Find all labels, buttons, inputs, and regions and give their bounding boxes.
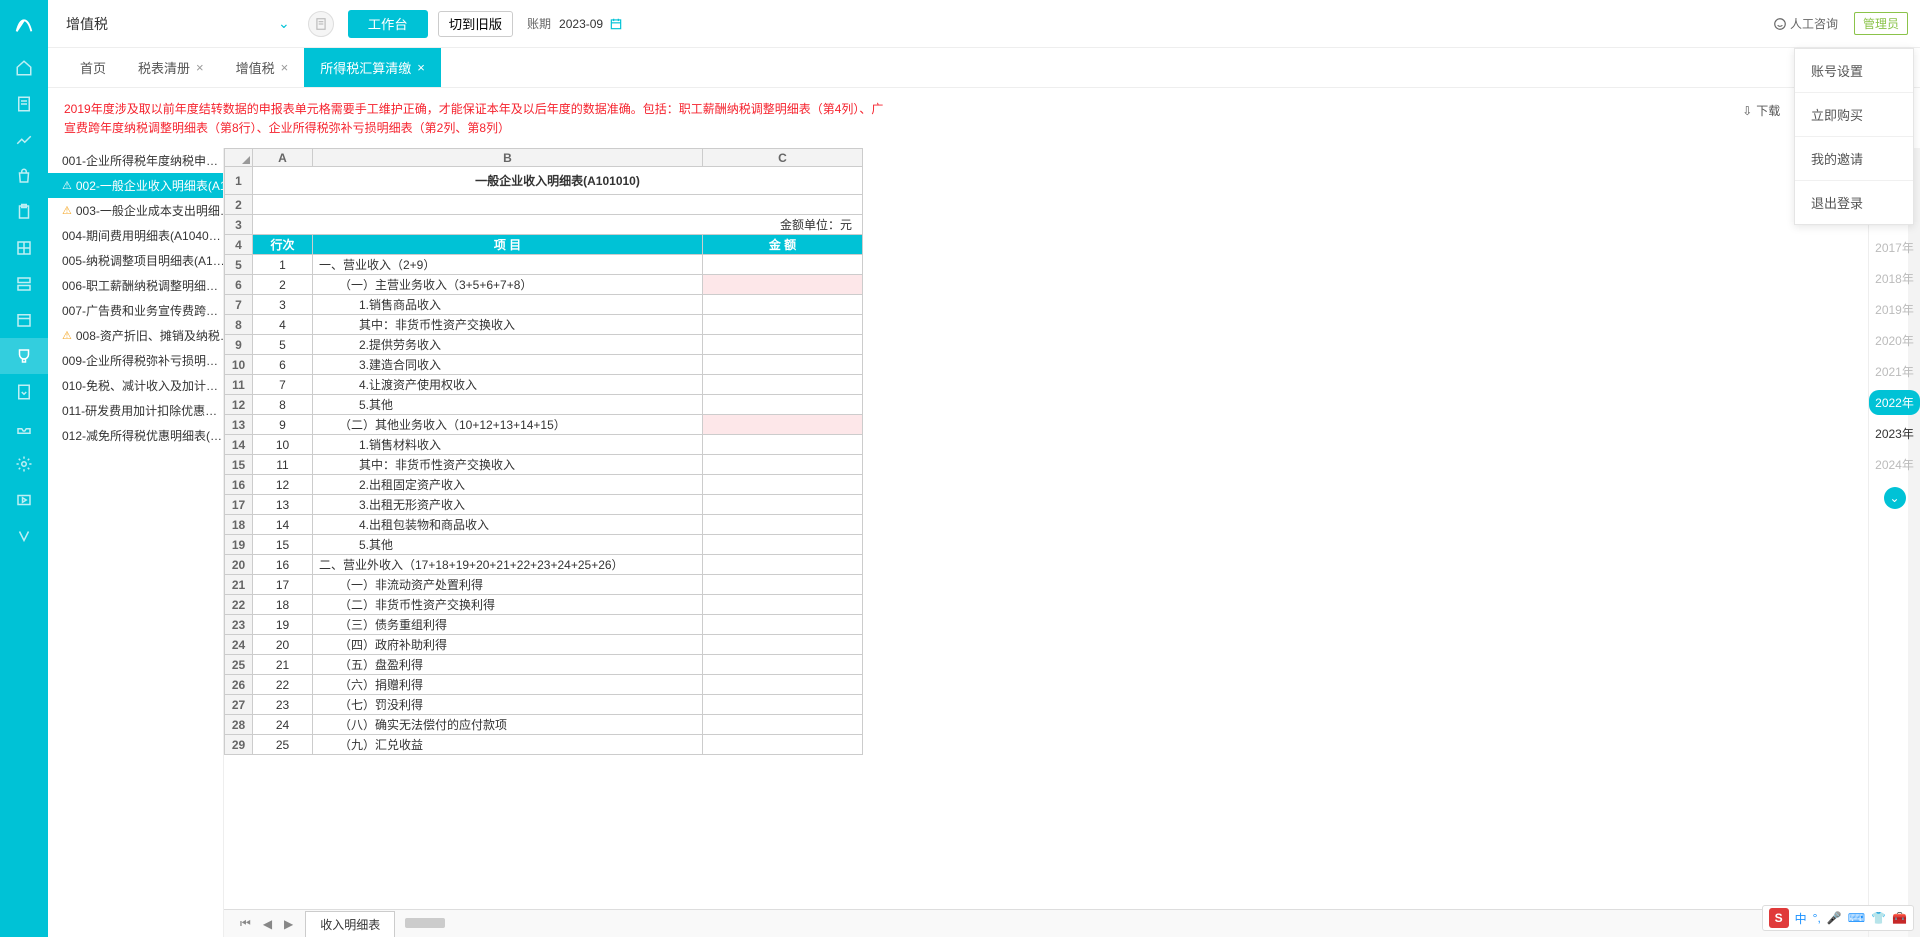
rail-doc-icon[interactable]	[0, 86, 48, 122]
form-list-label: 011-研发费用加计扣除优惠…	[62, 402, 217, 419]
period-value[interactable]: 2023-09	[559, 17, 603, 31]
sheet-tab[interactable]: 收入明细表	[305, 911, 395, 937]
ime-toolbox-icon[interactable]: 🧰	[1892, 911, 1907, 925]
topbar: 增值税 ⌄ 工作台 切到旧版 账期 2023-09 人工咨询 管理员	[48, 0, 1920, 48]
form-list-item[interactable]: ⚠ 002-一般企业收入明细表(A1…	[48, 173, 223, 198]
sheet-area: ABC1一般企业收入明细表(A101010)23金额单位：元4行次项 目金 额5…	[224, 148, 1908, 937]
switch-old-button[interactable]: 切到旧版	[438, 11, 513, 37]
close-icon[interactable]: ×	[281, 60, 289, 75]
tab[interactable]: 首页	[64, 48, 122, 87]
form-list-label: 009-企业所得税弥补亏损明…	[62, 352, 218, 369]
form-list-item[interactable]: 006-职工薪酬纳税调整明细…	[48, 273, 223, 298]
year-item[interactable]: 2023年	[1869, 421, 1920, 446]
period-label: 账期	[527, 15, 551, 32]
rail-clipboard-icon[interactable]	[0, 194, 48, 230]
warn-icon: ⚠	[62, 204, 72, 217]
user-menu-item[interactable]: 立即购买	[1795, 93, 1913, 137]
year-item[interactable]: 2017年	[1869, 235, 1920, 260]
rail-template-icon[interactable]	[0, 266, 48, 302]
warn-icon: ⚠	[62, 329, 72, 342]
page-tabs: 首页税表清册×增值税×所得税汇算清缴×	[48, 48, 1920, 88]
download-button[interactable]: ⇩ 下载	[1742, 102, 1780, 119]
sheet-tabs: ⏮ ◀ ▶ 收入明细表	[224, 909, 1908, 937]
form-list-label: 006-职工薪酬纳税调整明细…	[62, 277, 218, 294]
form-list-label: 008-资产折旧、摊销及纳税…	[76, 327, 223, 344]
rail-tax-icon[interactable]	[0, 338, 48, 374]
rail-table-icon[interactable]	[0, 230, 48, 266]
ime-skin-icon[interactable]: 👕	[1871, 911, 1886, 925]
form-list-label: 003-一般企业成本支出明细…	[76, 202, 223, 219]
form-list-item[interactable]: 009-企业所得税弥补亏损明…	[48, 348, 223, 373]
year-item[interactable]: 2024年	[1869, 452, 1920, 477]
expand-years-icon[interactable]: ⌄	[1884, 487, 1906, 509]
rail-inbox-icon[interactable]	[0, 410, 48, 446]
user-menu-item[interactable]: 我的邀请	[1795, 137, 1913, 181]
rail-home-icon[interactable]	[0, 50, 48, 86]
ime-keyboard-icon[interactable]: ⌨	[1848, 911, 1865, 925]
sheet-nav-prev-icon[interactable]: ◀	[257, 917, 278, 931]
sheet-nav-first-icon[interactable]: ⏮	[234, 916, 257, 931]
year-rail: 2016年2017年2018年2019年2020年2021年2022年2023年…	[1868, 188, 1920, 937]
left-rail	[0, 0, 48, 937]
rail-bag-icon[interactable]	[0, 158, 48, 194]
form-list-label: 007-广告费和业务宣传费跨…	[62, 302, 218, 319]
form-list-label: 010-免税、减计收入及加计…	[62, 377, 218, 394]
notice-text: 2019年度涉及取以前年度结转数据的申报表单元格需要手工维护正确，才能保证本年及…	[64, 100, 884, 138]
year-item[interactable]: 2022年	[1869, 390, 1920, 415]
ime-punct-icon[interactable]: °,	[1813, 911, 1821, 925]
form-list-item[interactable]: ⚠ 008-资产折旧、摊销及纳税…	[48, 323, 223, 348]
rail-export-icon[interactable]	[0, 374, 48, 410]
form-list-label: 002-一般企业收入明细表(A1…	[76, 177, 223, 194]
year-item[interactable]: 2020年	[1869, 328, 1920, 353]
rail-video-icon[interactable]	[0, 482, 48, 518]
form-list-item[interactable]: 012-减免所得税优惠明细表(…	[48, 423, 223, 448]
form-list-item[interactable]: 004-期间费用明细表(A1040…	[48, 223, 223, 248]
rail-calendar-icon[interactable]	[0, 302, 48, 338]
form-list-item[interactable]: 005-纳税调整项目明细表(A1…	[48, 248, 223, 273]
history-icon[interactable]	[308, 11, 334, 37]
page-title: 增值税	[66, 14, 108, 34]
tab[interactable]: 税表清册×	[122, 48, 220, 87]
user-menu: 账号设置立即购买我的邀请退出登录	[1794, 48, 1914, 225]
rail-settings-icon[interactable]	[0, 446, 48, 482]
ime-logo-icon: S	[1769, 908, 1789, 928]
horizontal-scrollbar[interactable]	[405, 918, 1898, 930]
app-logo	[8, 8, 40, 40]
sheet-nav-next-icon[interactable]: ▶	[278, 917, 299, 931]
consult-link[interactable]: 人工咨询	[1773, 15, 1838, 32]
form-list-label: 012-减免所得税优惠明细表(…	[62, 427, 222, 444]
close-icon[interactable]: ×	[196, 60, 204, 75]
tab[interactable]: 所得税汇算清缴×	[304, 48, 441, 87]
warn-icon: ⚠	[62, 179, 72, 192]
year-item[interactable]: 2021年	[1869, 359, 1920, 384]
workspace-button[interactable]: 工作台	[348, 10, 428, 38]
admin-button[interactable]: 管理员	[1854, 12, 1908, 35]
calendar-icon[interactable]	[609, 17, 623, 31]
form-list-item[interactable]: 011-研发费用加计扣除优惠…	[48, 398, 223, 423]
form-list-item[interactable]: 007-广告费和业务宣传费跨…	[48, 298, 223, 323]
form-list-label: 005-纳税调整项目明细表(A1…	[62, 252, 223, 269]
user-menu-item[interactable]: 退出登录	[1795, 181, 1913, 224]
form-list-label: 001-企业所得税年度纳税申…	[62, 152, 218, 169]
tab[interactable]: 增值税×	[220, 48, 305, 87]
form-list: 001-企业所得税年度纳税申… ⚠ 002-一般企业收入明细表(A1… ⚠ 003-一般…	[48, 148, 224, 937]
form-list-item[interactable]: 001-企业所得税年度纳税申…	[48, 148, 223, 173]
chevron-down-icon[interactable]: ⌄	[278, 15, 290, 32]
rail-chart-icon[interactable]	[0, 122, 48, 158]
notice-bar: 2019年度涉及取以前年度结转数据的申报表单元格需要手工维护正确，才能保证本年及…	[48, 88, 1660, 142]
close-icon[interactable]: ×	[417, 60, 425, 75]
form-list-label: 004-期间费用明细表(A1040…	[62, 227, 221, 244]
form-list-item[interactable]: 010-免税、减计收入及加计…	[48, 373, 223, 398]
consult-label: 人工咨询	[1790, 15, 1838, 32]
user-menu-item[interactable]: 账号设置	[1795, 49, 1913, 93]
spreadsheet[interactable]: ABC1一般企业收入明细表(A101010)23金额单位：元4行次项 目金 额5…	[224, 148, 863, 755]
form-list-item[interactable]: ⚠ 003-一般企业成本支出明细…	[48, 198, 223, 223]
rail-v-icon[interactable]	[0, 518, 48, 554]
ime-bar[interactable]: S 中 °, 🎤 ⌨ 👕 🧰	[1762, 905, 1914, 931]
year-item[interactable]: 2019年	[1869, 297, 1920, 322]
ime-mic-icon[interactable]: 🎤	[1827, 911, 1842, 925]
ime-lang[interactable]: 中	[1795, 910, 1807, 927]
year-item[interactable]: 2018年	[1869, 266, 1920, 291]
